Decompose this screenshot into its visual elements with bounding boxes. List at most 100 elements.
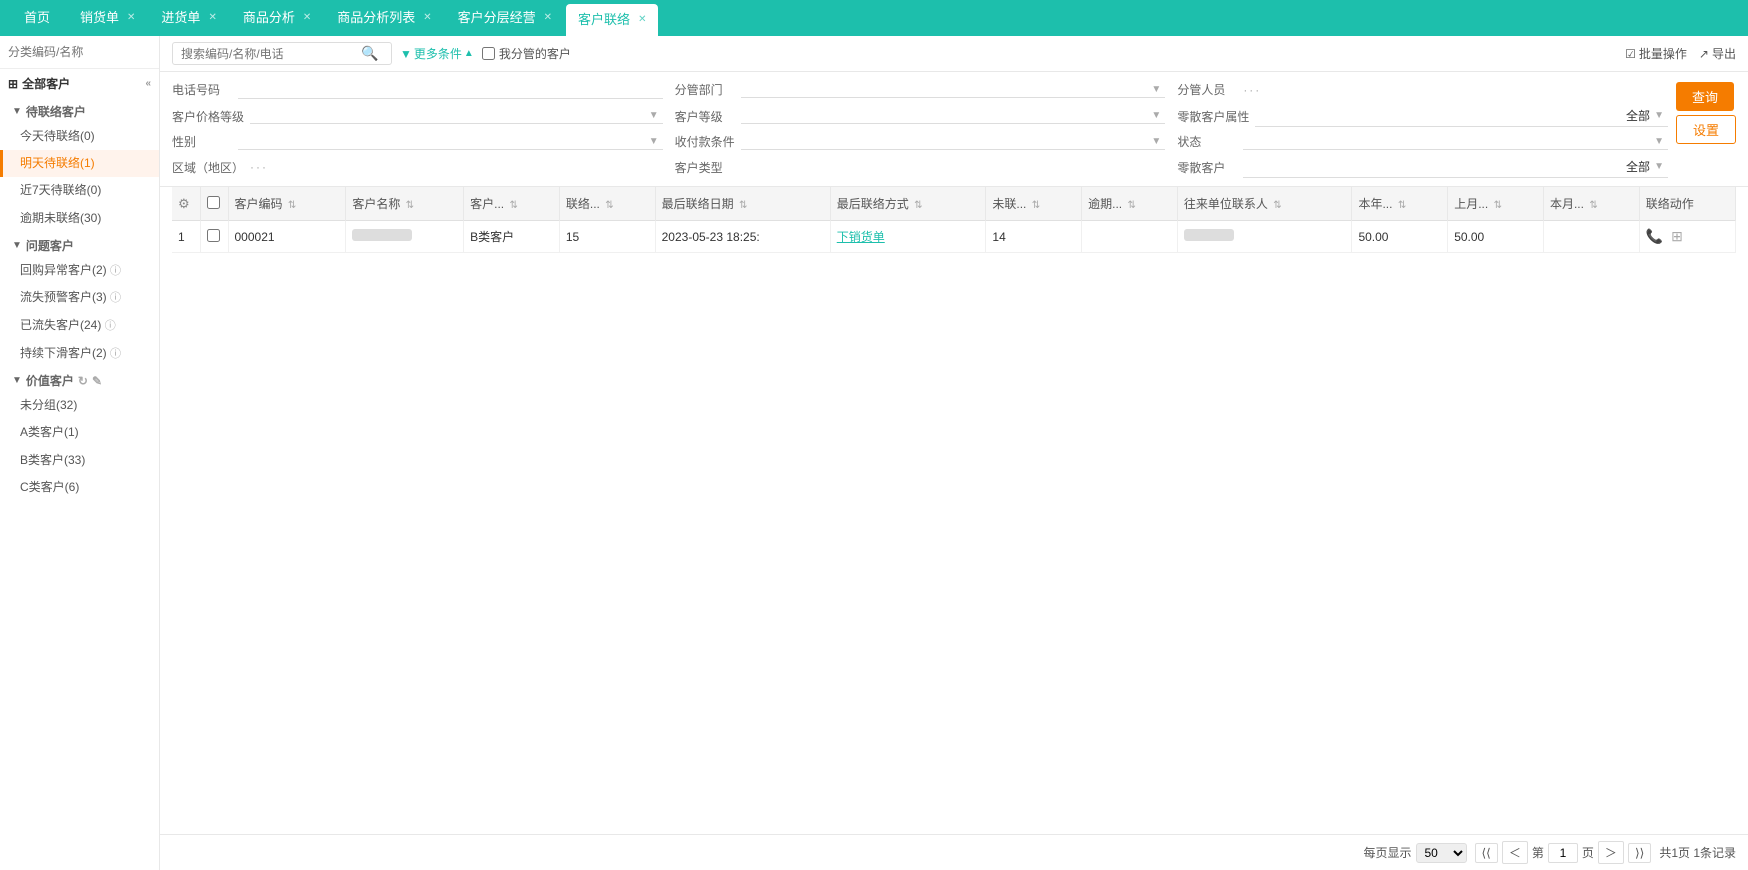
- col-last-method[interactable]: 最后联络方式 ⇅: [830, 187, 986, 221]
- sidebar-item-ungrouped[interactable]: 未分组(32): [0, 392, 159, 419]
- select-all-checkbox[interactable]: [207, 196, 220, 209]
- edit-icon[interactable]: ✎: [92, 374, 102, 388]
- nav-customer-tier-close[interactable]: ✕: [544, 0, 552, 36]
- nav-product-analysis[interactable]: 商品分析 ✕: [231, 0, 323, 36]
- collapse-icon: «: [145, 78, 151, 89]
- nav-purchase-close[interactable]: ✕: [208, 0, 216, 36]
- filter-row-1: 电话号码 分管部门 ▼ 分管人员 ···: [172, 80, 1668, 99]
- phone-action-icon[interactable]: 📞: [1646, 228, 1663, 245]
- nav-purchase[interactable]: 进货单 ✕: [149, 0, 228, 36]
- my-customers-checkbox[interactable]: [482, 47, 495, 60]
- sidebar-item-class-c[interactable]: C类客户(6): [0, 474, 159, 501]
- my-customers-checkbox-label[interactable]: 我分管的客户: [482, 45, 571, 62]
- customer-level-select[interactable]: ▼: [250, 108, 663, 124]
- sidebar-search-input[interactable]: [8, 45, 160, 59]
- query-button[interactable]: 查询: [1676, 82, 1734, 111]
- sidebar-item-tomorrow[interactable]: 明天待联络(1): [0, 150, 159, 177]
- payment-select[interactable]: ▼: [741, 134, 1166, 150]
- col-settings[interactable]: ⚙: [172, 187, 200, 221]
- nav-customer-contact-close[interactable]: ✕: [638, 4, 646, 36]
- retail-attr-label: 零散客户属性: [1177, 108, 1249, 125]
- sort-icon-overdue: ⇅: [1128, 200, 1136, 211]
- cell-contact-count: 15: [559, 221, 655, 253]
- pending-contact-group[interactable]: ▼ 待联络客户: [0, 98, 159, 123]
- sidebar-item-warning[interactable]: 流失预警客户(3) ⓘ: [0, 284, 159, 312]
- all-customers-title[interactable]: ⊞ 全部客户 «: [0, 69, 159, 98]
- nav-product-analysis-close[interactable]: ✕: [303, 0, 311, 36]
- filter-panel: 电话号码 分管部门 ▼ 分管人员 ···: [160, 72, 1748, 187]
- batch-button[interactable]: ☑ 批量操作: [1625, 45, 1687, 62]
- col-year-amount[interactable]: 本年... ⇅: [1352, 187, 1448, 221]
- last-method-link[interactable]: 下销货单: [837, 230, 885, 244]
- sidebar-item-7days[interactable]: 近7天待联络(0): [0, 177, 159, 204]
- last-page-button[interactable]: ⟩⟩: [1628, 843, 1651, 863]
- area-more-icon[interactable]: ···: [250, 160, 268, 174]
- status-select[interactable]: ▼: [1243, 134, 1668, 150]
- col-checkbox[interactable]: [200, 187, 228, 221]
- col-type[interactable]: 客户... ⇅: [464, 187, 560, 221]
- retail-customer-select[interactable]: 全部 ▼: [1243, 156, 1668, 178]
- nav-customer-tier[interactable]: 客户分层经营 ✕: [446, 0, 564, 36]
- nav-product-analysis-list[interactable]: 商品分析列表 ✕: [325, 0, 443, 36]
- manager-more-icon[interactable]: ···: [1243, 83, 1261, 97]
- total-label: 共1页 1条记录: [1659, 844, 1736, 861]
- dept-select[interactable]: ▼: [741, 82, 1166, 98]
- col-last-date[interactable]: 最后联络日期 ⇅: [655, 187, 830, 221]
- cell-checkbox[interactable]: [200, 221, 228, 253]
- nav-sale-close[interactable]: ✕: [127, 0, 135, 36]
- sidebar-item-declining[interactable]: 持续下滑客户(2) ⓘ: [0, 340, 159, 368]
- arrow-down-icon-3: ▼: [12, 375, 22, 386]
- gender-select[interactable]: ▼: [238, 134, 663, 150]
- phone-input[interactable]: [238, 80, 663, 99]
- value-customer-group[interactable]: ▼ 价值客户 ↻ ✎: [0, 367, 159, 392]
- sidebar-item-class-b[interactable]: B类客户(33): [0, 447, 159, 474]
- export-button[interactable]: ↗ 导出: [1699, 45, 1736, 62]
- chevron-down-icon-4: ▼: [1654, 110, 1664, 121]
- row-checkbox[interactable]: [207, 229, 220, 242]
- grid-action-icon[interactable]: ⊞: [1671, 228, 1683, 245]
- prev-page-button[interactable]: ＜: [1502, 841, 1528, 864]
- sidebar-item-abnormal[interactable]: 回购异常客户(2) ⓘ: [0, 257, 159, 285]
- cell-type: B类客户: [464, 221, 560, 253]
- page-number-input[interactable]: [1548, 843, 1578, 863]
- set-button[interactable]: 设置: [1676, 115, 1736, 144]
- nav-product-analysis-list-close[interactable]: ✕: [423, 0, 431, 36]
- nav-customer-contact[interactable]: 客户联络 ✕: [566, 4, 658, 36]
- filter-row-4: 区域（地区） ··· 客户类型 零散客户 全部 ▼: [172, 156, 1668, 178]
- sidebar-item-overdue[interactable]: 逾期未联络(30): [0, 205, 159, 232]
- search-input[interactable]: [181, 47, 361, 61]
- filter-buttons: 查询 设置: [1676, 80, 1736, 144]
- col-this-month[interactable]: 本月... ⇅: [1543, 187, 1639, 221]
- next-page-button[interactable]: ＞: [1598, 841, 1624, 864]
- gender-label: 性别: [172, 133, 232, 150]
- col-contact-count[interactable]: 联络... ⇅: [559, 187, 655, 221]
- chevron-down-icon-7: ▼: [1654, 136, 1664, 147]
- refresh-icon[interactable]: ↻: [78, 374, 88, 388]
- phone-label: 电话号码: [172, 81, 232, 98]
- page-size-select[interactable]: 50 100 200: [1416, 843, 1467, 863]
- col-uncontacted[interactable]: 未联... ⇅: [986, 187, 1082, 221]
- col-code[interactable]: 客户编码 ⇅: [228, 187, 346, 221]
- more-filter-button[interactable]: ▼ 更多条件 ▲: [400, 45, 474, 62]
- nav-home[interactable]: 首页: [8, 0, 66, 36]
- col-name[interactable]: 客户名称 ⇅: [346, 187, 464, 221]
- col-contact-person[interactable]: 往来单位联系人 ⇅: [1177, 187, 1352, 221]
- filter-area: 区域（地区） ···: [172, 159, 663, 176]
- filter-arrow-icon: ▲: [464, 48, 474, 59]
- cell-contact-person: [1177, 221, 1352, 253]
- search-icon[interactable]: 🔍: [361, 45, 378, 62]
- retail-attr-select[interactable]: 全部 ▼: [1255, 105, 1668, 127]
- nav-sale[interactable]: 销货单 ✕: [68, 0, 147, 36]
- col-last-month[interactable]: 上月... ⇅: [1448, 187, 1544, 221]
- sidebar: 🔍 ⊞ 全部客户 « ▼ 待联络客户 今天待联络(0) 明天待联络(1) 近7天…: [0, 36, 160, 870]
- sidebar-item-lost[interactable]: 已流失客户(24) ⓘ: [0, 312, 159, 340]
- first-page-button[interactable]: ⟨⟨: [1475, 843, 1498, 863]
- customer-grade-select[interactable]: ▼: [741, 108, 1166, 124]
- sidebar-item-today[interactable]: 今天待联络(0): [0, 123, 159, 150]
- sidebar-item-class-a[interactable]: A类客户(1): [0, 419, 159, 446]
- problem-customer-group[interactable]: ▼ 问题客户: [0, 232, 159, 257]
- cell-last-method[interactable]: 下销货单: [830, 221, 986, 253]
- gear-icon[interactable]: ⚙: [178, 196, 190, 211]
- dept-label: 分管部门: [675, 81, 735, 98]
- col-overdue[interactable]: 逾期... ⇅: [1082, 187, 1178, 221]
